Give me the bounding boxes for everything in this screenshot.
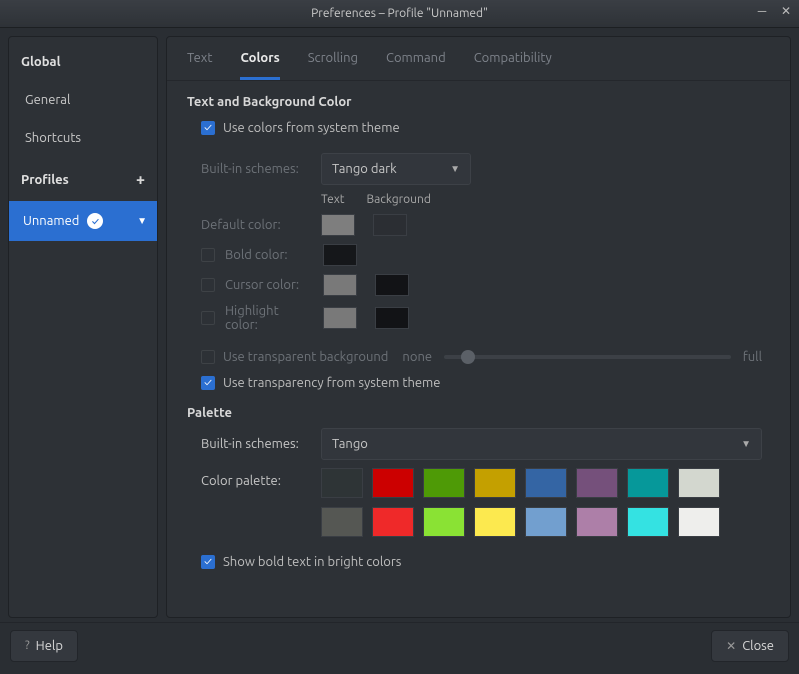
tabs: Text Colors Scrolling Command Compatibil…	[167, 37, 790, 81]
palette-cell-8[interactable]	[321, 507, 363, 537]
sidebar-item-general[interactable]: General	[9, 81, 157, 119]
help-icon: ?	[25, 639, 30, 652]
palette-cell-9[interactable]	[372, 507, 414, 537]
swatch-default-text[interactable]	[321, 214, 355, 236]
column-head-text: Text	[321, 193, 345, 206]
label-transparent-bg: Use transparent background	[223, 350, 388, 364]
label-color-palette: Color palette:	[201, 468, 321, 488]
transparency-slider	[444, 355, 731, 359]
palette-cell-6[interactable]	[627, 468, 669, 498]
tab-compatibility[interactable]: Compatibility	[474, 51, 552, 80]
chevron-down-icon: ▼	[450, 163, 460, 175]
checkbox-use-system-colors[interactable]: ✓	[201, 121, 215, 135]
swatch-bold-text	[323, 244, 357, 266]
section-palette-title: Palette	[187, 406, 762, 420]
label-bold-color: Bold color:	[225, 248, 313, 262]
section-text-bg-title: Text and Background Color	[187, 95, 762, 109]
swatch-cursor-text	[323, 274, 357, 296]
label-transparency-system: Use transparency from system theme	[223, 376, 440, 390]
palette-cell-14[interactable]	[627, 507, 669, 537]
swatch-highlight-text	[323, 307, 357, 329]
label-slider-full: full	[743, 350, 762, 364]
window-close-icon[interactable]: ✕	[779, 4, 793, 18]
palette-cell-11[interactable]	[474, 507, 516, 537]
palette-cell-15[interactable]	[678, 507, 720, 537]
swatch-cursor-bg	[375, 274, 409, 296]
window-titlebar: Preferences – Profile "Unnamed" ─ ✕	[0, 0, 799, 28]
tab-colors[interactable]: Colors	[240, 51, 279, 80]
select-builtin-scheme[interactable]: Tango dark ▼	[321, 153, 471, 185]
close-icon: ✕	[726, 639, 736, 653]
chevron-down-icon: ▼	[741, 438, 751, 450]
palette-cell-13[interactable]	[576, 507, 618, 537]
label-slider-none: none	[402, 350, 432, 364]
swatch-default-bg[interactable]	[373, 214, 407, 236]
palette-cell-5[interactable]	[576, 468, 618, 498]
column-head-background: Background	[367, 193, 431, 206]
tab-scrolling[interactable]: Scrolling	[308, 51, 358, 80]
palette-cell-0[interactable]	[321, 468, 363, 498]
palette-cell-2[interactable]	[423, 468, 465, 498]
palette-cell-4[interactable]	[525, 468, 567, 498]
label-use-system-colors: Use colors from system theme	[223, 121, 400, 135]
select-palette-scheme[interactable]: Tango ▼	[321, 428, 762, 460]
window-minimize-icon[interactable]: ─	[755, 4, 769, 18]
tab-command[interactable]: Command	[386, 51, 446, 80]
window-title: Preferences – Profile "Unnamed"	[311, 7, 488, 20]
profile-name-label: Unnamed	[23, 214, 79, 228]
label-palette-builtin: Built-in schemes:	[201, 437, 321, 451]
profile-default-icon: ✓	[87, 213, 103, 229]
checkbox-cursor-color	[201, 278, 215, 292]
checkbox-transparent-bg	[201, 350, 215, 364]
label-cursor-color: Cursor color:	[225, 278, 313, 292]
close-button[interactable]: ✕ Close	[711, 630, 789, 662]
sidebar-heading-global: Global	[9, 41, 157, 81]
content-pane: Text Colors Scrolling Command Compatibil…	[166, 36, 791, 618]
dialog-footer: ? Help ✕ Close	[0, 622, 799, 668]
chevron-down-icon[interactable]: ▼	[137, 215, 147, 227]
sidebar-item-shortcuts[interactable]: Shortcuts	[9, 119, 157, 157]
label-highlight-color: Highlight color:	[225, 304, 313, 332]
palette-cell-12[interactable]	[525, 507, 567, 537]
label-builtin-schemes: Built-in schemes:	[201, 162, 321, 176]
add-profile-icon[interactable]: +	[136, 171, 145, 189]
palette-cell-1[interactable]	[372, 468, 414, 498]
palette-cell-10[interactable]	[423, 507, 465, 537]
sidebar-item-profile-unnamed[interactable]: Unnamed ✓ ▼	[9, 201, 157, 241]
palette-grid	[321, 468, 720, 537]
checkbox-bold-bright[interactable]: ✓	[201, 555, 215, 569]
checkbox-highlight-color	[201, 311, 215, 325]
slider-knob	[461, 350, 475, 364]
palette-cell-3[interactable]	[474, 468, 516, 498]
sidebar: Global General Shortcuts Profiles + Unna…	[8, 36, 158, 618]
checkbox-bold-color	[201, 248, 215, 262]
label-bold-bright: Show bold text in bright colors	[223, 555, 401, 569]
tab-text[interactable]: Text	[187, 51, 212, 80]
swatch-highlight-bg	[375, 307, 409, 329]
help-button[interactable]: ? Help	[10, 630, 78, 662]
label-default-color: Default color:	[201, 218, 311, 232]
palette-cell-7[interactable]	[678, 468, 720, 498]
checkbox-transparency-system[interactable]: ✓	[201, 376, 215, 390]
sidebar-heading-profiles: Profiles +	[9, 157, 157, 201]
